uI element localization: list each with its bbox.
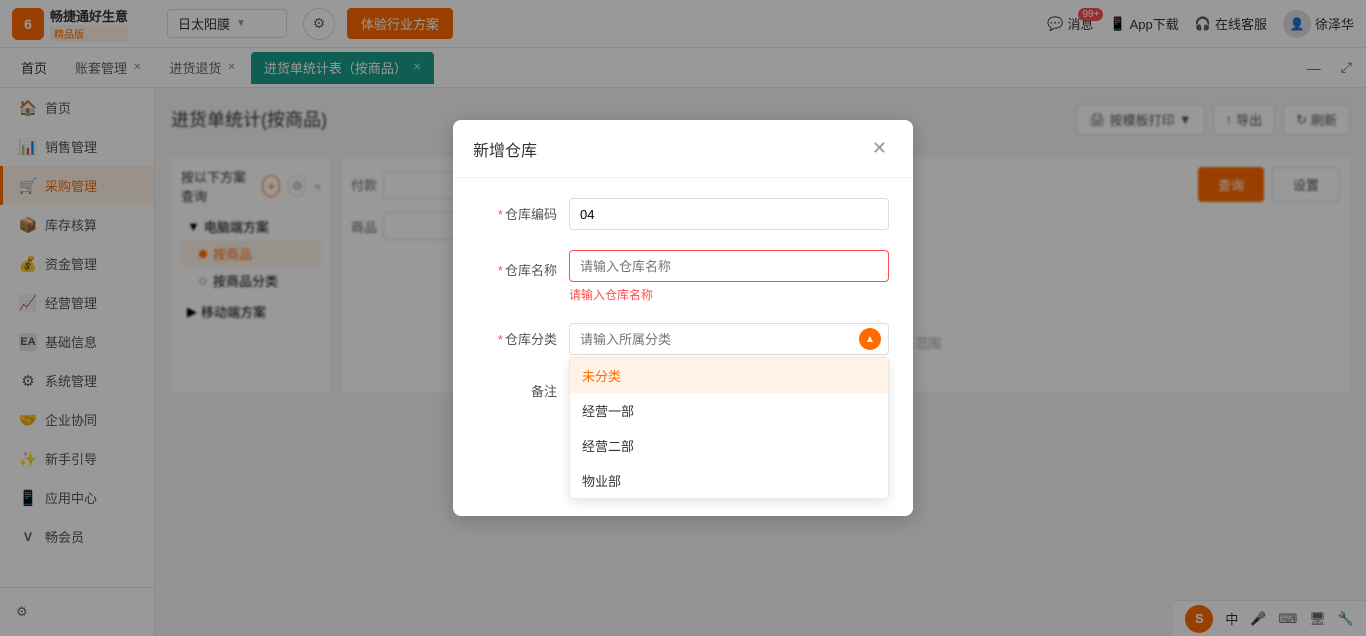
code-input[interactable] [569,198,889,230]
name-label: 仓库名称 [477,254,557,279]
note-label: 备注 [477,375,557,400]
modal-close-btn[interactable]: ✕ [866,136,893,161]
form-code-item: 仓库编码 [477,198,889,230]
category-input[interactable] [569,323,889,355]
dropdown-item-property[interactable]: 物业部 [570,463,888,498]
category-label: 仓库分类 [477,323,557,348]
dropdown-item-dept2[interactable]: 经营二部 [570,428,888,463]
category-input-wrap: ▲ 未分类 经营一部 经营二部 物业部 [569,323,889,355]
form-category-item: 仓库分类 ▲ 未分类 经营一部 经营二部 物业部 [477,323,889,355]
modal-new-warehouse: 新增仓库 ✕ 仓库编码 仓库名称 请输入仓库名称 仓库分类 [453,120,913,516]
form-name-item: 仓库名称 请输入仓库名称 [477,250,889,303]
category-dropdown: 未分类 经营一部 经营二部 物业部 [569,357,889,499]
code-label: 仓库编码 [477,198,557,223]
modal-title: 新增仓库 [473,137,537,161]
modal-overlay[interactable]: 新增仓库 ✕ 仓库编码 仓库名称 请输入仓库名称 仓库分类 [0,0,1366,636]
name-input[interactable] [569,250,889,282]
modal-body: 仓库编码 仓库名称 请输入仓库名称 仓库分类 ▲ 未分类 [453,178,913,459]
name-error-tip: 请输入仓库名称 [477,286,653,303]
dropdown-item-uncategorized[interactable]: 未分类 [570,358,888,393]
category-toggle-btn[interactable]: ▲ [859,328,881,350]
dropdown-item-dept1[interactable]: 经营一部 [570,393,888,428]
name-row: 仓库名称 [477,250,889,282]
modal-header: 新增仓库 ✕ [453,120,913,178]
